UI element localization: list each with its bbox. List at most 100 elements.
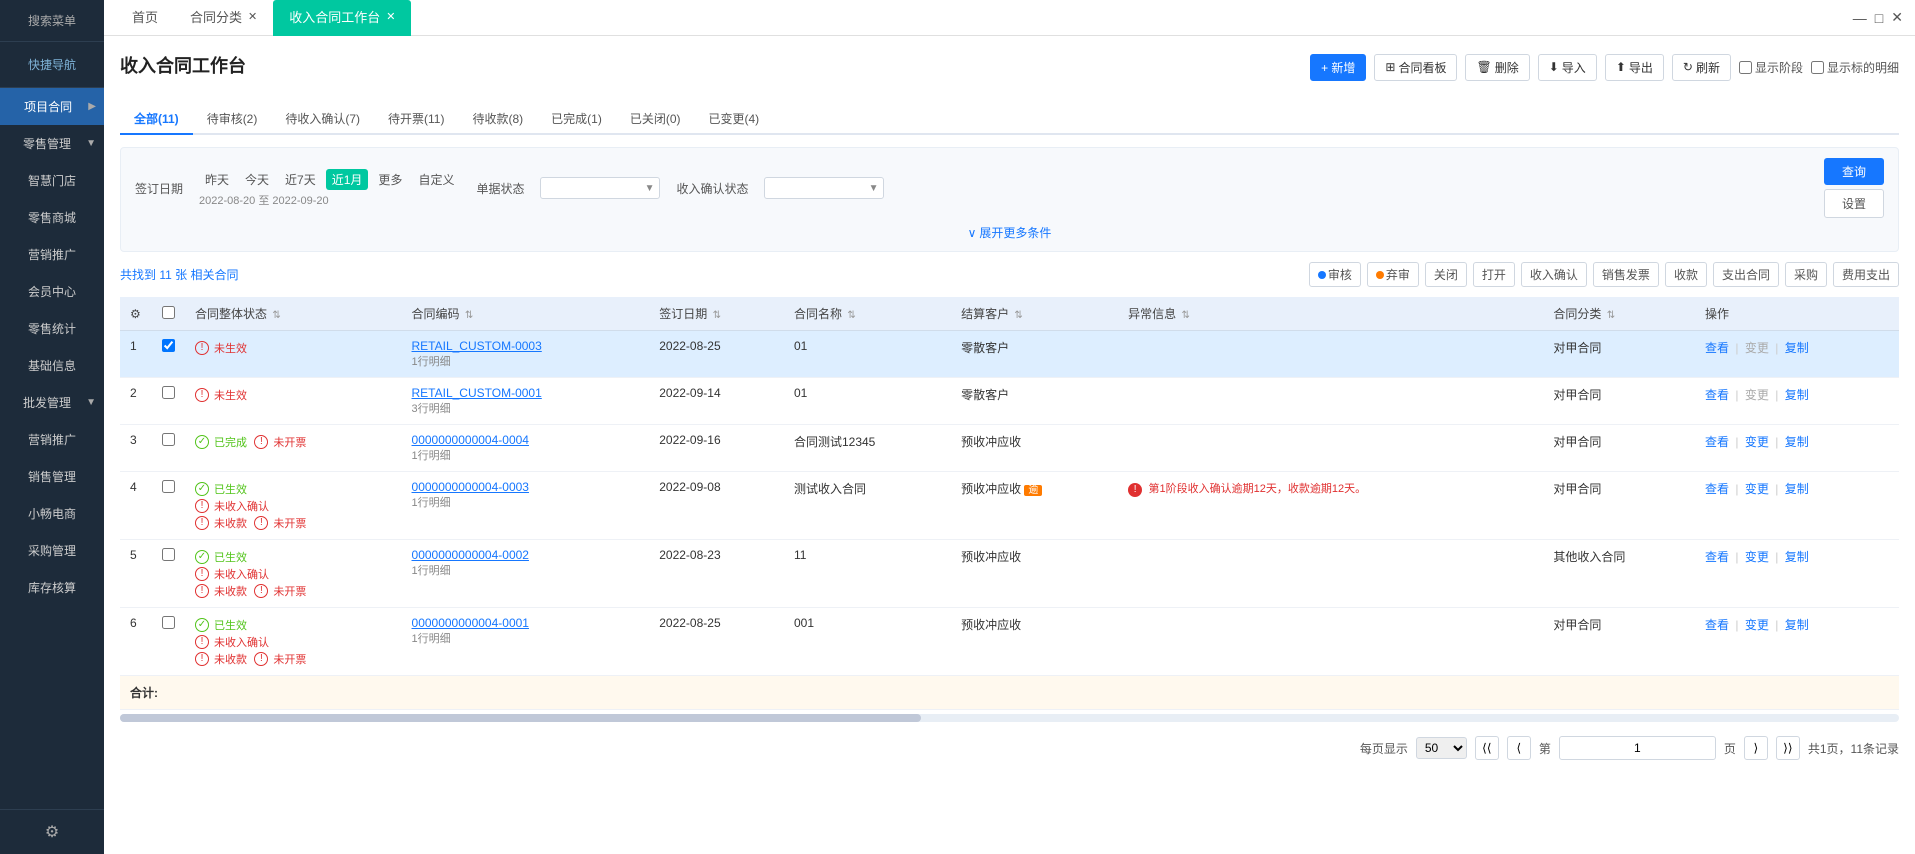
sidebar-item-project-contract[interactable]: 项目合同 ▶	[0, 88, 104, 125]
col-code[interactable]: 合同编码 ⇅	[402, 297, 650, 331]
change-btn[interactable]: 变更	[1745, 341, 1769, 355]
sub-tab-completed[interactable]: 已完成(1)	[537, 104, 616, 135]
contract-link[interactable]: RETAIL_CUSTOM-0001	[412, 386, 542, 400]
view-btn[interactable]: 查看	[1705, 550, 1729, 564]
sub-tab-pending-payment[interactable]: 待收款(8)	[458, 104, 537, 135]
scrollbar-thumb[interactable]	[120, 714, 921, 722]
close-btn[interactable]: 关闭	[1425, 262, 1467, 287]
tab-contract-type[interactable]: 合同分类 ✕	[174, 0, 273, 36]
sidebar-item-xiaochangec[interactable]: 小畅电商	[0, 495, 104, 532]
show-stages-checkbox[interactable]: 显示阶段	[1739, 59, 1803, 76]
income-confirm-select[interactable]	[764, 177, 884, 199]
receive-payment-btn[interactable]: 收款	[1665, 262, 1707, 287]
purchase-btn[interactable]: 采购	[1785, 262, 1827, 287]
contract-link[interactable]: 0000000000004-0002	[412, 548, 529, 562]
sidebar-item-retail-stats[interactable]: 零售统计	[0, 310, 104, 347]
change-btn[interactable]: 变更	[1745, 388, 1769, 402]
pay-out-contract-btn[interactable]: 支出合同	[1713, 262, 1779, 287]
export-button[interactable]: ⬆ 导出	[1605, 54, 1664, 81]
last-page-btn[interactable]: ⟩⟩	[1776, 736, 1800, 760]
set-button[interactable]: 设置	[1824, 189, 1884, 218]
income-confirm-btn[interactable]: 收入确认	[1521, 262, 1587, 287]
view-btn[interactable]: 查看	[1705, 341, 1729, 355]
import-button[interactable]: ⬇ 导入	[1538, 54, 1597, 81]
sidebar-item-wholesale-mgmt[interactable]: 批发管理 ▼	[0, 384, 104, 421]
tab-close-contract-type[interactable]: ✕	[248, 10, 257, 23]
window-minimize-button[interactable]: —	[1853, 10, 1867, 26]
sub-tab-pending-invoice[interactable]: 待开票(11)	[374, 104, 458, 135]
change-btn[interactable]: 变更	[1745, 482, 1769, 496]
sub-tab-all[interactable]: 全部(11)	[120, 104, 193, 135]
tab-close-income-workbench[interactable]: ✕	[386, 10, 395, 23]
date-btn-more[interactable]: 更多	[372, 169, 408, 190]
sidebar-item-inventory[interactable]: 库存核算	[0, 569, 104, 606]
horizontal-scrollbar[interactable]	[120, 714, 1899, 722]
gear-icon[interactable]: ⚙	[130, 307, 141, 321]
prev-page-btn[interactable]: ⟨	[1507, 736, 1531, 760]
col-sign-date[interactable]: 签订日期 ⇅	[649, 297, 784, 331]
sub-tab-pending-review[interactable]: 待审核(2)	[193, 104, 272, 135]
tab-income-workbench[interactable]: 收入合同工作台 ✕	[273, 0, 411, 36]
select-all-checkbox[interactable]	[162, 306, 175, 319]
audit-btn[interactable]: 审核	[1309, 262, 1361, 287]
sidebar-item-marketing[interactable]: 营销推广	[0, 236, 104, 273]
copy-btn[interactable]: 复制	[1785, 435, 1809, 449]
sidebar-item-member-center[interactable]: 会员中心	[0, 273, 104, 310]
row-checkbox[interactable]	[152, 331, 185, 378]
copy-btn[interactable]: 复制	[1785, 388, 1809, 402]
sidebar-item-smart-store[interactable]: 智慧门店	[0, 162, 104, 199]
col-status[interactable]: 合同整体状态 ⇅	[185, 297, 402, 331]
date-btn-today[interactable]: 今天	[239, 169, 275, 190]
sidebar-item-retail-mall[interactable]: 零售商城	[0, 199, 104, 236]
page-size-select[interactable]: 50 100	[1416, 737, 1467, 759]
copy-btn[interactable]: 复制	[1785, 341, 1809, 355]
show-detail-checkbox[interactable]: 显示标的明细	[1811, 59, 1899, 76]
contract-link[interactable]: RETAIL_CUSTOM-0003	[412, 339, 542, 353]
sales-invoice-btn[interactable]: 销售发票	[1593, 262, 1659, 287]
sidebar-item-retail-mgmt[interactable]: 零售管理 ▼	[0, 125, 104, 162]
new-button[interactable]: + 新增	[1310, 54, 1366, 81]
gear-icon[interactable]: ⚙	[45, 822, 59, 842]
row-checkbox[interactable]	[152, 425, 185, 472]
abandon-btn[interactable]: 弃审	[1367, 262, 1419, 287]
query-button[interactable]: 查询	[1824, 158, 1884, 185]
tab-home[interactable]: 首页	[116, 0, 174, 36]
window-maximize-button[interactable]: □	[1875, 10, 1883, 26]
date-btn-yesterday[interactable]: 昨天	[199, 169, 235, 190]
row-checkbox[interactable]	[152, 472, 185, 540]
sub-tab-closed[interactable]: 已关闭(0)	[616, 104, 695, 135]
next-page-btn[interactable]: ⟩	[1744, 736, 1768, 760]
sub-tab-changed[interactable]: 已变更(4)	[695, 104, 774, 135]
window-close-button[interactable]: ✕	[1891, 9, 1903, 26]
row-checkbox[interactable]	[152, 540, 185, 608]
row-checkbox[interactable]	[152, 608, 185, 676]
contract-link[interactable]: 0000000000004-0001	[412, 616, 529, 630]
delete-button[interactable]: 🗑 删除	[1465, 54, 1529, 81]
date-btn-last1month[interactable]: 近1月	[326, 169, 369, 190]
col-category[interactable]: 合同分类 ⇅	[1543, 297, 1695, 331]
kanban-button[interactable]: ⊞ 合同看板	[1374, 54, 1457, 81]
view-btn[interactable]: 查看	[1705, 482, 1729, 496]
col-customer[interactable]: 结算客户 ⇅	[951, 297, 1118, 331]
sidebar-nav-label[interactable]: 快捷导航	[0, 50, 104, 79]
view-btn[interactable]: 查看	[1705, 388, 1729, 402]
sidebar-item-basic-info[interactable]: 基础信息	[0, 347, 104, 384]
expense-out-btn[interactable]: 费用支出	[1833, 262, 1899, 287]
change-btn[interactable]: 变更	[1745, 435, 1769, 449]
copy-btn[interactable]: 复制	[1785, 482, 1809, 496]
change-btn[interactable]: 变更	[1745, 618, 1769, 632]
sidebar-item-purchase-mgmt[interactable]: 采购管理	[0, 532, 104, 569]
copy-btn[interactable]: 复制	[1785, 618, 1809, 632]
sub-tab-pending-confirm[interactable]: 待收入确认(7)	[271, 104, 374, 135]
view-btn[interactable]: 查看	[1705, 435, 1729, 449]
contract-link[interactable]: 0000000000004-0003	[412, 480, 529, 494]
row-checkbox[interactable]	[152, 378, 185, 425]
sidebar-item-sales-mgmt[interactable]: 销售管理	[0, 458, 104, 495]
page-number-input[interactable]	[1559, 736, 1716, 760]
col-gear[interactable]: ⚙	[120, 297, 152, 331]
copy-btn[interactable]: 复制	[1785, 550, 1809, 564]
refresh-button[interactable]: ↻ 刷新	[1672, 54, 1731, 81]
date-btn-custom[interactable]: 自定义	[412, 169, 460, 190]
sidebar-item-marketing2[interactable]: 营销推广	[0, 421, 104, 458]
col-name[interactable]: 合同名称 ⇅	[784, 297, 951, 331]
